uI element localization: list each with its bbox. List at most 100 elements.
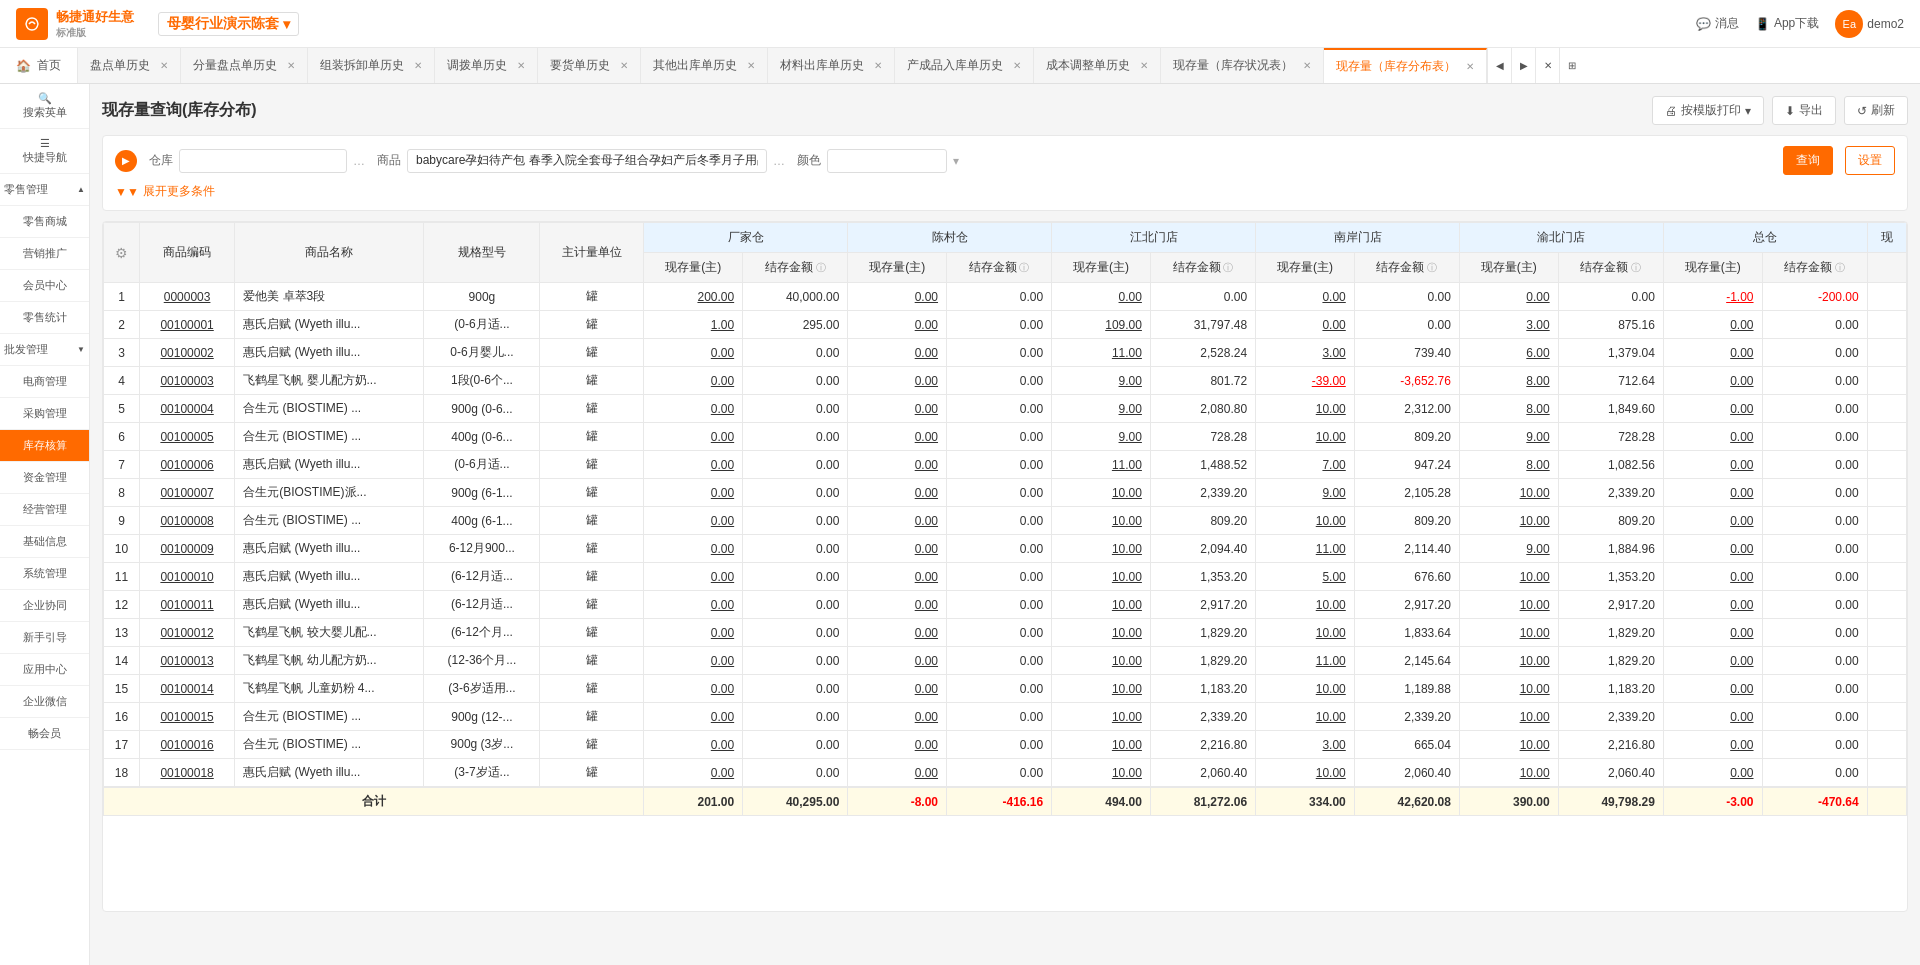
sidebar-item-retail-mall[interactable]: 零售商城	[0, 206, 89, 238]
sidebar-item-new-guide[interactable]: 新手引导	[0, 622, 89, 654]
th-yubei-qty: 现存量(主)	[1459, 253, 1558, 283]
code-link[interactable]: 0000003	[164, 290, 211, 304]
goods-input[interactable]	[407, 149, 767, 173]
sidebar-appcenter-label: 应用中心	[4, 662, 85, 677]
sidebar-item-retail-stats[interactable]: 零售统计	[0, 302, 89, 334]
tab-count-single-close[interactable]: ✕	[160, 60, 168, 71]
code-link[interactable]: 00100007	[160, 486, 213, 500]
tab-stock-status-close[interactable]: ✕	[1303, 60, 1311, 71]
cell-seq: 11	[104, 563, 140, 591]
cell-jiangbei-qty: 10.00	[1052, 535, 1151, 563]
tab-prev-btn[interactable]: ◀	[1487, 48, 1511, 84]
export-btn[interactable]: ⬇ 导出	[1772, 96, 1836, 125]
th-settings[interactable]: ⚙	[104, 223, 140, 283]
code-link[interactable]: 00100015	[160, 710, 213, 724]
tab-stock-dist-close[interactable]: ✕	[1466, 61, 1474, 72]
tab-expand-btn[interactable]: ⊞	[1559, 48, 1583, 84]
tab-next-btn[interactable]: ▶	[1511, 48, 1535, 84]
sidebar-item-quick-nav[interactable]: ☰ 快捷导航	[0, 129, 89, 174]
tab-product-in[interactable]: 产成品入库单历史 ✕	[895, 48, 1034, 84]
filter-toggle-btn[interactable]: ▶	[115, 150, 137, 172]
sidebar-item-retail-mgmt[interactable]: 零售管理 ▲	[0, 174, 89, 206]
sidebar-item-wholesale-mgmt[interactable]: 批发管理 ▼	[0, 334, 89, 366]
sidebar-item-vip[interactable]: 畅会员	[0, 718, 89, 750]
sidebar-item-operations[interactable]: 经营管理	[0, 494, 89, 526]
code-link[interactable]: 00100010	[160, 570, 213, 584]
sidebar-item-app-center[interactable]: 应用中心	[0, 654, 89, 686]
color-input[interactable]	[827, 149, 947, 173]
industry-selector[interactable]: 母婴行业演示陈套 ▾	[158, 12, 299, 36]
tab-combo-close[interactable]: ✕	[414, 60, 422, 71]
code-link[interactable]: 00100008	[160, 514, 213, 528]
tab-transfer[interactable]: 调拨单历史 ✕	[435, 48, 538, 84]
query-btn[interactable]: 查询	[1783, 146, 1833, 175]
nav-icon: ☰	[40, 137, 50, 149]
sidebar-item-finance[interactable]: 资金管理	[0, 462, 89, 494]
message-btn[interactable]: 💬 消息	[1696, 15, 1739, 32]
tab-other-out-close[interactable]: ✕	[747, 60, 755, 71]
settings-gear-icon[interactable]: ⚙	[115, 245, 128, 261]
code-link[interactable]: 00100004	[160, 402, 213, 416]
tab-material-out-close[interactable]: ✕	[874, 60, 882, 71]
tab-purchase-order[interactable]: 要货单历史 ✕	[538, 48, 641, 84]
color-dropdown-icon[interactable]: ▾	[953, 154, 959, 168]
code-link[interactable]: 00100003	[160, 374, 213, 388]
tab-count-multi[interactable]: 分量盘点单历史 ✕	[181, 48, 308, 84]
cell-total-qty: 0.00	[1663, 759, 1762, 788]
phone-icon: 📱	[1755, 17, 1770, 31]
sidebar-item-system[interactable]: 系统管理	[0, 558, 89, 590]
tab-cost-adjust[interactable]: 成本调整单历史 ✕	[1034, 48, 1161, 84]
code-link[interactable]: 00100016	[160, 738, 213, 752]
code-link[interactable]: 00100009	[160, 542, 213, 556]
code-link[interactable]: 00100005	[160, 430, 213, 444]
code-link[interactable]: 00100011	[160, 598, 213, 612]
cell-seq: 16	[104, 703, 140, 731]
sidebar-item-marketing[interactable]: 营销推广	[0, 238, 89, 270]
app-download-btn[interactable]: 📱 App下载	[1755, 15, 1819, 32]
cell-nanan-amt: 809.20	[1354, 423, 1459, 451]
sidebar-item-corp-wechat[interactable]: 企业微信	[0, 686, 89, 718]
sidebar-item-inventory[interactable]: 库存核算	[0, 430, 89, 462]
tab-stock-dist[interactable]: 现存量（库存分布表） ✕	[1324, 48, 1487, 84]
cell-jiangbei-amt: 2,528.24	[1150, 339, 1255, 367]
sidebar-item-member[interactable]: 会员中心	[0, 270, 89, 302]
sidebar-wholesale-label: 批发管理	[4, 342, 48, 357]
cell-jiangbei-qty: 10.00	[1052, 479, 1151, 507]
print-btn[interactable]: 🖨 按模版打印 ▾	[1652, 96, 1764, 125]
settings-btn[interactable]: 设置	[1845, 146, 1895, 175]
code-link[interactable]: 00100002	[160, 346, 213, 360]
tab-material-out[interactable]: 材料出库单历史 ✕	[768, 48, 895, 84]
tab-purchase-order-close[interactable]: ✕	[620, 60, 628, 71]
tab-stock-status[interactable]: 现存量（库存状况表） ✕	[1161, 48, 1324, 84]
tab-transfer-close[interactable]: ✕	[517, 60, 525, 71]
user-area[interactable]: Ea demo2	[1835, 10, 1904, 38]
code-link[interactable]: 00100013	[160, 654, 213, 668]
expand-btn[interactable]: ▼▼ 展开更多条件	[115, 183, 1895, 200]
tab-count-single[interactable]: 盘点单历史 ✕	[78, 48, 181, 84]
refresh-btn[interactable]: ↺ 刷新	[1844, 96, 1908, 125]
th-spec: 规格型号	[424, 223, 540, 283]
tab-close-all-btn[interactable]: ✕	[1535, 48, 1559, 84]
user-avatar: Ea	[1835, 10, 1863, 38]
tab-product-in-close[interactable]: ✕	[1013, 60, 1021, 71]
cell-name: 合生元(BIOSTIME)派...	[235, 479, 424, 507]
cell-factory-amt: 0.00	[743, 647, 848, 675]
color-label: 颜色	[797, 152, 821, 169]
tab-combo[interactable]: 组装拆卸单历史 ✕	[308, 48, 435, 84]
tab-home[interactable]: 🏠 首页	[0, 48, 78, 84]
code-link[interactable]: 00100012	[160, 626, 213, 640]
code-link[interactable]: 00100001	[160, 318, 213, 332]
tab-other-out[interactable]: 其他出库单历史 ✕	[641, 48, 768, 84]
sidebar-item-basic-info[interactable]: 基础信息	[0, 526, 89, 558]
tab-count-multi-close[interactable]: ✕	[287, 60, 295, 71]
sidebar-item-search[interactable]: 🔍 搜索英单	[0, 84, 89, 129]
tab-cost-adjust-close[interactable]: ✕	[1140, 60, 1148, 71]
warehouse-input[interactable]	[179, 149, 347, 173]
sidebar-item-ecommerce[interactable]: 电商管理	[0, 366, 89, 398]
th-jiangbei-qty: 现存量(主)	[1052, 253, 1151, 283]
sidebar-item-enterprise[interactable]: 企业协同	[0, 590, 89, 622]
code-link[interactable]: 00100018	[160, 766, 213, 780]
code-link[interactable]: 00100006	[160, 458, 213, 472]
code-link[interactable]: 00100014	[160, 682, 213, 696]
sidebar-item-purchase[interactable]: 采购管理	[0, 398, 89, 430]
